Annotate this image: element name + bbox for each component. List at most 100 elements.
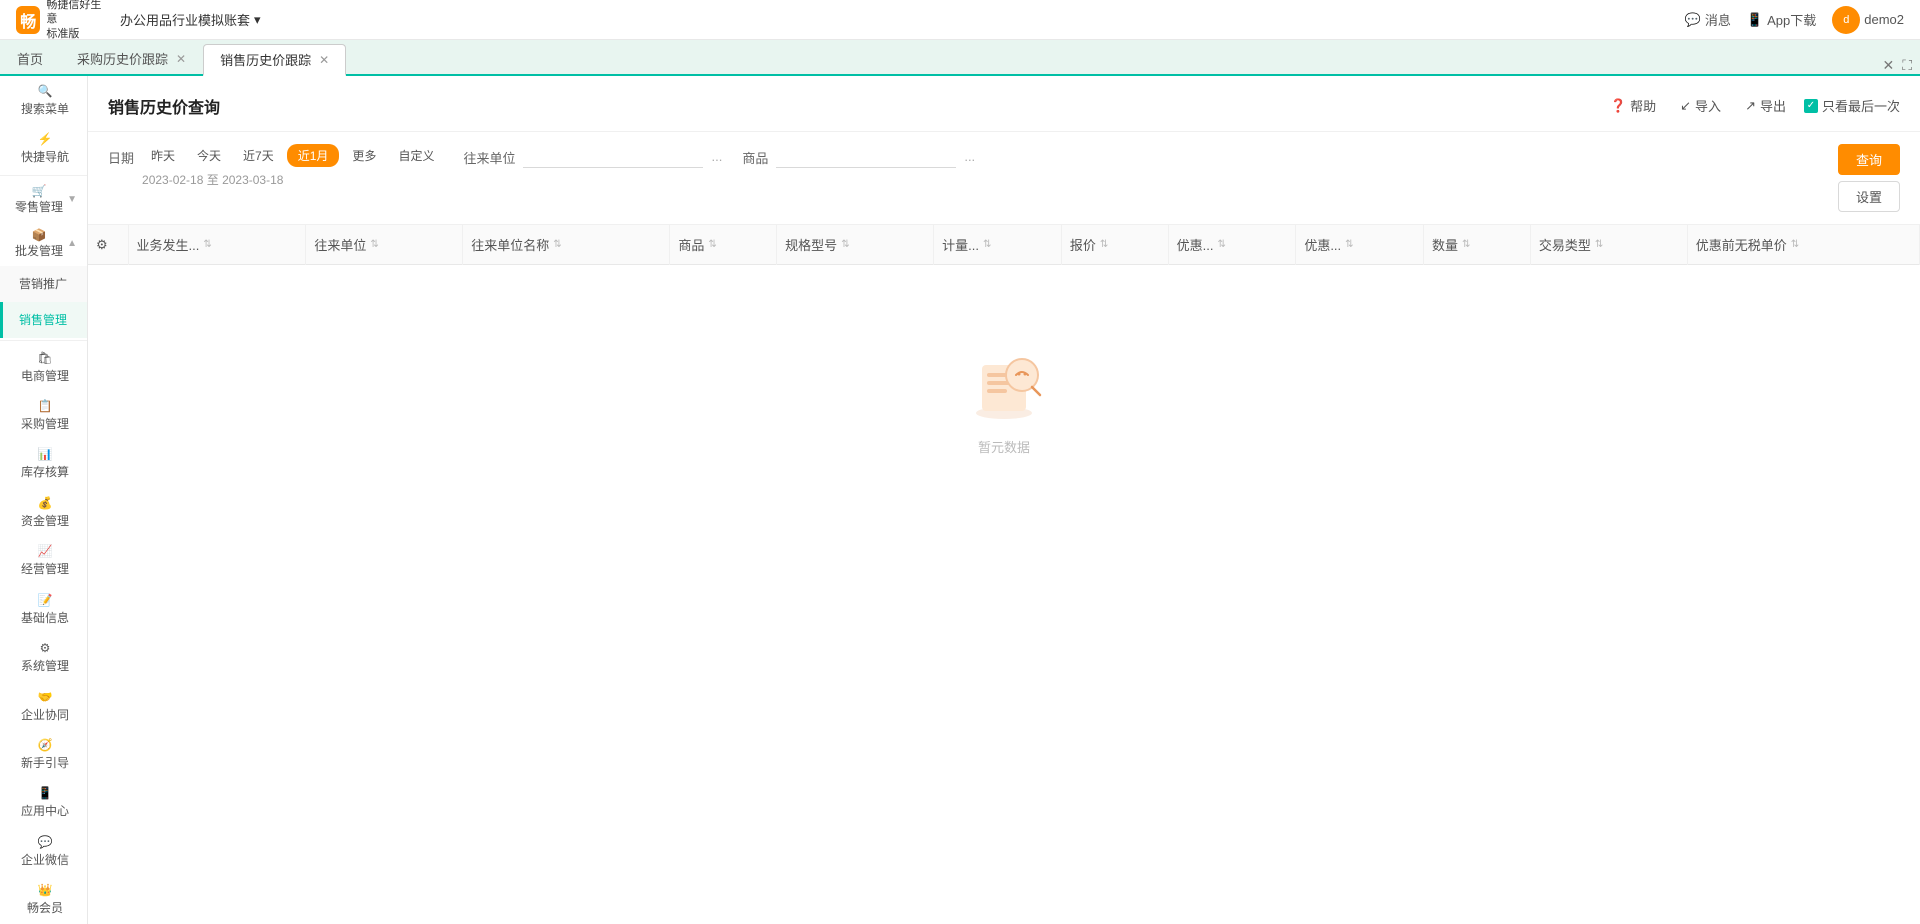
- sidebar-item-retail-mgmt[interactable]: 🛒 零售管理 ▼: [0, 178, 87, 222]
- close-window-icon[interactable]: ✕: [1882, 57, 1894, 74]
- workspace-selector[interactable]: 办公用品行业模拟账套 ▾: [112, 6, 269, 33]
- partner-label: 往来单位: [463, 148, 515, 167]
- th-gear[interactable]: ⚙: [88, 225, 128, 265]
- sidebar-item-label: 企业协同: [21, 706, 69, 723]
- sidebar-item-label: 基础信息: [21, 609, 69, 626]
- only-last-checkbox-label[interactable]: 只看最后一次: [1804, 96, 1900, 115]
- sidebar-item-operations-mgmt[interactable]: 📈 经营管理: [0, 537, 87, 585]
- ecommerce-icon: 🛍: [37, 351, 52, 365]
- page-header: 销售历史价查询 ❓ 帮助 ↙ 导入 ↗ 导出: [88, 76, 1920, 132]
- th-partner-code[interactable]: 往来单位 ⇅: [306, 225, 463, 265]
- sort-icon: ⇅: [1462, 239, 1470, 250]
- query-button[interactable]: 查询: [1838, 144, 1900, 175]
- tab-home[interactable]: 首页: [0, 42, 60, 74]
- inventory-icon: 📊: [38, 447, 53, 461]
- th-product[interactable]: 商品 ⇅: [670, 225, 777, 265]
- help-icon: ❓: [1610, 98, 1626, 114]
- th-trade-type[interactable]: 交易类型 ⇅: [1530, 225, 1687, 265]
- sidebar-item-wholesale-mgmt[interactable]: 📦 批发管理 ▲: [0, 222, 87, 266]
- sidebar-item-quick-nav[interactable]: ⚡ 快捷导航: [0, 124, 87, 172]
- system-icon: ⚙: [40, 641, 51, 655]
- partner-input[interactable]: [523, 144, 703, 168]
- sort-icon: ⇅: [841, 239, 849, 250]
- empty-text: 暂元数据: [978, 437, 1030, 456]
- workspace-area: 办公用品行业模拟账套 ▾: [104, 6, 1685, 33]
- tab-sales-close-icon[interactable]: ✕: [319, 54, 329, 66]
- app-download-btn[interactable]: 📱 App下载: [1747, 10, 1816, 29]
- sidebar-item-search-menu[interactable]: 🔍 搜索菜单: [0, 76, 87, 124]
- th-partner-name[interactable]: 往来单位名称 ⇅: [463, 225, 670, 265]
- gear-icon: ⚙: [96, 237, 108, 253]
- retail-icon: 🛒: [32, 184, 47, 198]
- maximize-window-icon[interactable]: ⛶: [1902, 57, 1912, 74]
- help-btn[interactable]: ❓ 帮助: [1604, 92, 1662, 119]
- date-btn-7days[interactable]: 近7天: [234, 144, 283, 167]
- tab-sales-history-label: 销售历史价跟踪: [220, 50, 311, 69]
- tab-home-label: 首页: [17, 49, 43, 68]
- sidebar-divider-2: [0, 340, 87, 341]
- empty-state: 暂元数据: [88, 265, 1920, 536]
- only-last-checkbox[interactable]: [1804, 99, 1818, 113]
- operations-icon: 📈: [38, 544, 53, 558]
- sidebar-item-system-mgmt[interactable]: ⚙ 系统管理: [0, 633, 87, 681]
- message-btn[interactable]: 💬 消息: [1685, 10, 1731, 29]
- partner-ellipsis[interactable]: ...: [711, 149, 722, 164]
- basic-info-icon: 📝: [38, 593, 53, 607]
- sidebar-item-purchase-mgmt[interactable]: 📋 采购管理: [0, 391, 87, 439]
- sidebar-item-sales-mgmt[interactable]: 销售管理: [0, 302, 87, 338]
- top-bar-right: 💬 消息 📱 App下载 d demo2: [1685, 6, 1904, 34]
- chevron-up-icon: ▲: [67, 238, 77, 249]
- export-btn[interactable]: ↗ 导出: [1739, 92, 1792, 119]
- product-input[interactable]: [776, 144, 956, 168]
- th-quote[interactable]: 报价 ⇅: [1061, 225, 1168, 265]
- table-header: ⚙ 业务发生... ⇅ 往来单位: [88, 225, 1920, 265]
- date-btn-yesterday[interactable]: 昨天: [142, 144, 184, 167]
- logo-text: 畅捷信好生意 标准版: [46, 0, 104, 41]
- th-pretax-price[interactable]: 优惠前无税单价 ⇅: [1687, 225, 1919, 265]
- th-discount1[interactable]: 优惠... ⇅: [1168, 225, 1296, 265]
- sidebar-item-finance-mgmt[interactable]: 💰 资金管理: [0, 488, 87, 536]
- sidebar-item-ecommerce-mgmt[interactable]: 🛍 电商管理: [0, 343, 87, 391]
- table-header-row: ⚙ 业务发生... ⇅ 往来单位: [88, 225, 1920, 265]
- sidebar-item-app-center[interactable]: 📱 应用中心: [0, 779, 87, 827]
- sidebar-item-enterprise-wechat[interactable]: 💬 企业微信: [0, 827, 87, 875]
- sidebar-item-enterprise-collab[interactable]: 🤝 企业协同: [0, 682, 87, 730]
- th-discount2[interactable]: 优惠... ⇅: [1296, 225, 1424, 265]
- chevron-down-icon: ▼: [67, 194, 77, 205]
- settings-button[interactable]: 设置: [1838, 181, 1900, 212]
- import-icon: ↙: [1680, 98, 1691, 114]
- filter-action-buttons: 查询 设置: [1838, 144, 1900, 212]
- wechat-icon: 💬: [38, 835, 53, 849]
- date-btn-more[interactable]: 更多: [343, 144, 385, 167]
- user-menu[interactable]: d demo2: [1832, 6, 1904, 34]
- sidebar-item-new-guide[interactable]: 🧭 新手引导: [0, 730, 87, 778]
- sort-icon: ⇅: [553, 239, 561, 250]
- top-bar: 畅 畅捷信好生意 标准版 办公用品行业模拟账套 ▾ 💬 消息 📱 App下载 d…: [0, 0, 1920, 40]
- sidebar-item-basic-info[interactable]: 📝 基础信息: [0, 585, 87, 633]
- date-btn-custom[interactable]: 自定义: [389, 144, 443, 167]
- tab-purchase-history[interactable]: 采购历史价跟踪 ✕: [60, 42, 203, 74]
- sidebar-item-label: 搜索菜单: [21, 100, 69, 117]
- sidebar-item-marketing-promo[interactable]: 营销推广: [0, 266, 87, 302]
- th-biz-date[interactable]: 业务发生... ⇅: [128, 225, 306, 265]
- tab-purchase-close-icon[interactable]: ✕: [176, 53, 186, 65]
- sidebar-item-label: 库存核算: [21, 463, 69, 480]
- product-ellipsis[interactable]: ...: [964, 149, 975, 164]
- vip-icon: 👑: [38, 883, 53, 897]
- tab-sales-history[interactable]: 销售历史价跟踪 ✕: [203, 44, 346, 76]
- app-center-icon: 📱: [38, 786, 53, 800]
- sort-icon: ⇅: [708, 239, 716, 250]
- th-quantity[interactable]: 数量 ⇅: [1424, 225, 1531, 265]
- th-unit[interactable]: 计量... ⇅: [934, 225, 1062, 265]
- import-btn[interactable]: ↙ 导入: [1674, 92, 1727, 119]
- date-btn-today[interactable]: 今天: [188, 144, 230, 167]
- sidebar-item-vip-member[interactable]: 👑 畅会员: [0, 875, 87, 923]
- data-table: ⚙ 业务发生... ⇅ 往来单位: [88, 225, 1920, 265]
- date-btn-1month[interactable]: 近1月: [287, 144, 340, 167]
- page-container: 销售历史价查询 ❓ 帮助 ↙ 导入 ↗ 导出: [88, 76, 1920, 924]
- tab-bar-right: ✕ ⛶: [1874, 57, 1920, 74]
- logo-area: 畅 畅捷信好生意 标准版: [16, 0, 104, 41]
- th-spec[interactable]: 规格型号 ⇅: [777, 225, 934, 265]
- date-range-display: 2023-02-18 至 2023-03-18: [142, 171, 443, 188]
- sidebar-item-inventory-check[interactable]: 📊 库存核算: [0, 440, 87, 488]
